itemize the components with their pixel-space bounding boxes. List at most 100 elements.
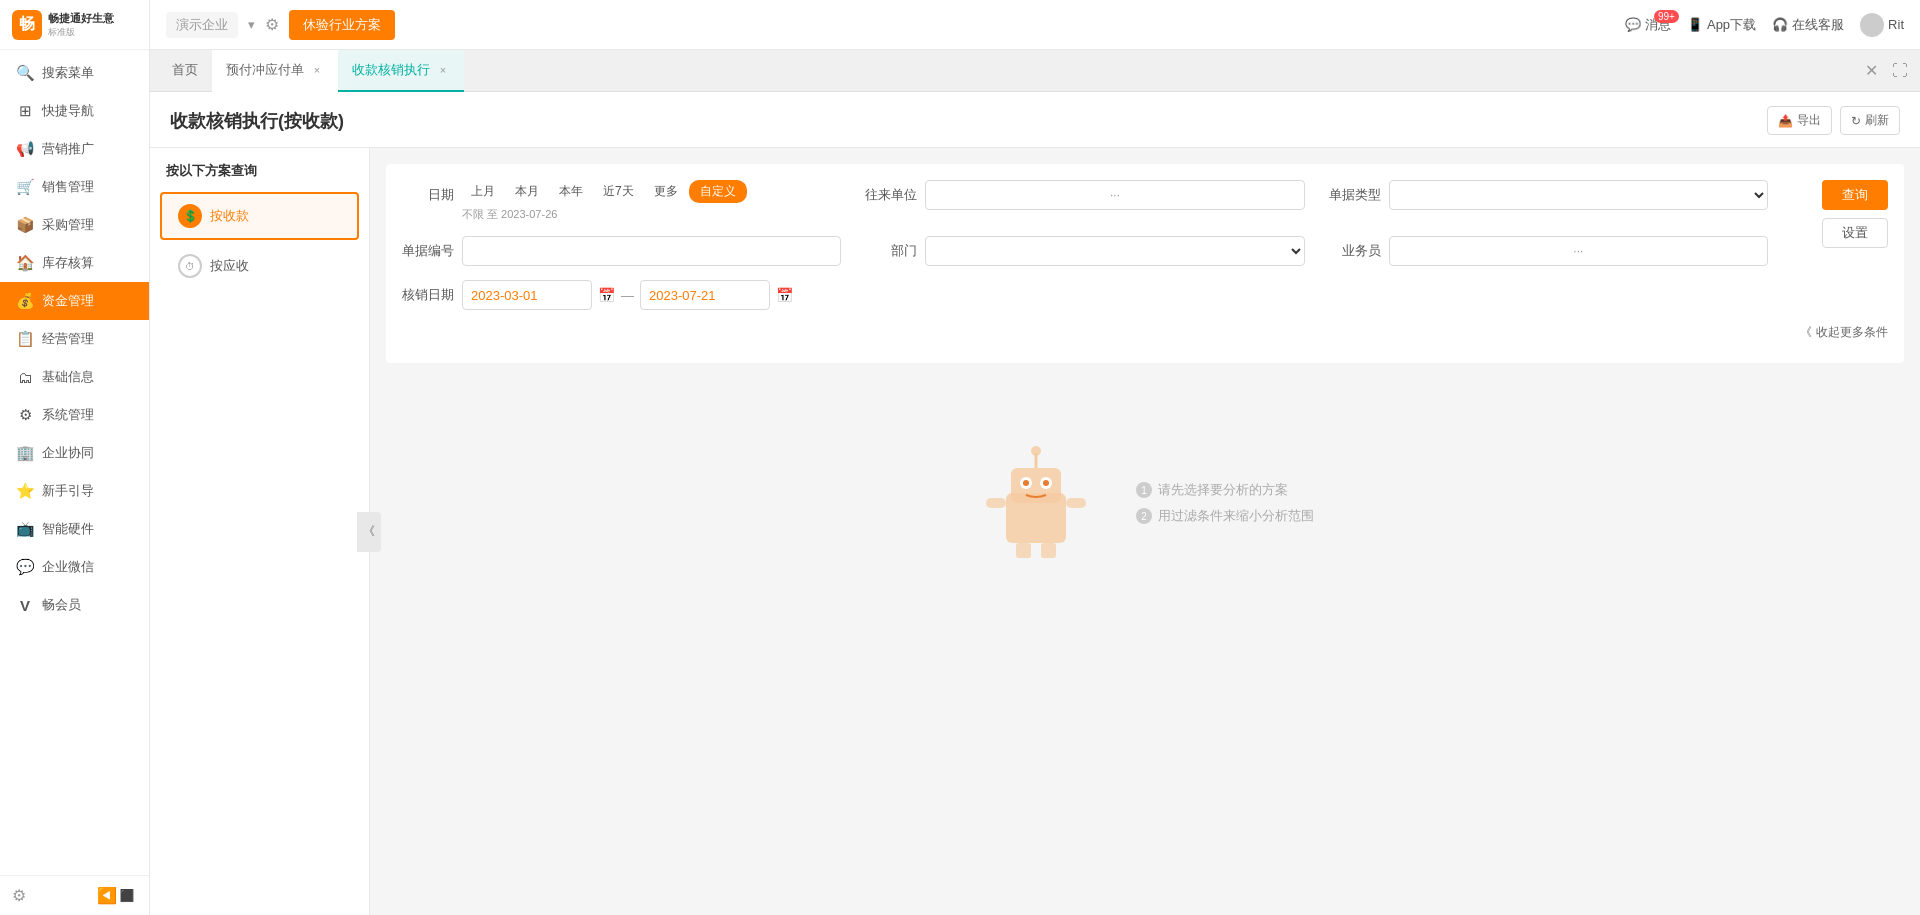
app-icon: 📱 xyxy=(1687,17,1703,32)
tab-prepay[interactable]: 预付冲应付单 × xyxy=(212,50,338,92)
sidebar-item-wechat[interactable]: 💬 企业微信 xyxy=(0,548,149,586)
sidebar-item-shortcut[interactable]: ⊞ 快捷导航 xyxy=(0,92,149,130)
filter-panel: 按以下方案查询 💲 按收款 ⏱ 按应收 《 xyxy=(150,148,370,915)
sidebar-item-search[interactable]: 🔍 搜索菜单 xyxy=(0,54,149,92)
tab-receipt-close[interactable]: × xyxy=(436,63,450,77)
hardware-icon: 📺 xyxy=(16,520,34,538)
verify-date-end[interactable] xyxy=(640,280,770,310)
svg-rect-8 xyxy=(1016,543,1031,558)
business-icon: 📋 xyxy=(16,330,34,348)
this-year-btn[interactable]: 本年 xyxy=(550,180,592,203)
sidebar-item-member[interactable]: V 畅会员 xyxy=(0,586,149,624)
custom-date-btn[interactable]: 自定义 xyxy=(689,180,747,203)
settings-form-btn[interactable]: 设置 xyxy=(1822,218,1888,248)
grid-icon: ⊞ xyxy=(16,102,34,120)
sidebar-nav: 🔍 搜索菜单 ⊞ 快捷导航 📢 营销推广 🛒 销售管理 📦 采购管理 🏠 库存核… xyxy=(0,50,149,875)
member-icon: V xyxy=(16,597,34,614)
dept-label: 部门 xyxy=(865,242,917,260)
sidebar-item-finance[interactable]: 💰 资金管理 xyxy=(0,282,149,320)
tab-receipt[interactable]: 收款核销执行 × xyxy=(338,50,464,92)
topbar-left: 演示企业 ▾ ⚙ 休验行业方案 xyxy=(166,10,395,40)
filter-panel-title: 按以下方案查询 xyxy=(150,162,369,190)
date-sublabel: 不限 至 2023-07-26 xyxy=(462,207,747,222)
app-download-btn[interactable]: 📱 App下载 xyxy=(1687,16,1756,34)
verify-date-start[interactable] xyxy=(462,280,592,310)
topbar-right: 💬 消息 99+ 📱 App下载 🎧 在线客服 Rit xyxy=(1625,13,1904,37)
filter-by-receipt[interactable]: 💲 按收款 xyxy=(160,192,359,240)
date-label: 日期 xyxy=(402,180,454,204)
sidebar-item-marketing[interactable]: 📢 营销推广 xyxy=(0,130,149,168)
page-body: 按以下方案查询 💲 按收款 ⏱ 按应收 《 xyxy=(150,148,1920,915)
empty-tip-2: 2 用过滤条件来缩小分析范围 xyxy=(1136,507,1314,525)
message-btn[interactable]: 💬 消息 99+ xyxy=(1625,16,1671,34)
inventory-icon: 🏠 xyxy=(16,254,34,272)
last-7-days-btn[interactable]: 近7天 xyxy=(594,180,643,203)
collapse-sidebar-btn[interactable]: ◀‍◼ xyxy=(97,886,137,905)
calendar-end-icon[interactable]: 📅 xyxy=(776,287,793,303)
industry-btn[interactable]: 休验行业方案 xyxy=(289,10,395,40)
dept-select[interactable] xyxy=(925,236,1304,266)
search-icon: 🔍 xyxy=(16,64,34,82)
verify-date-label: 核销日期 xyxy=(402,286,454,304)
page-title: 收款核销执行(按收款) xyxy=(170,109,344,145)
partner-select-btn[interactable]: ··· xyxy=(925,180,1304,210)
date-quick-row: 上月 本月 本年 近7天 更多 自定义 xyxy=(462,180,747,203)
basic-icon: 🗂 xyxy=(16,369,34,386)
sidebar-item-business[interactable]: 📋 经营管理 xyxy=(0,320,149,358)
sidebar-item-sales[interactable]: 🛒 销售管理 xyxy=(0,168,149,206)
sales-select-btn[interactable]: ··· xyxy=(1389,236,1768,266)
sidebar-item-corp[interactable]: 🏢 企业协同 xyxy=(0,434,149,472)
tab-fullscreen-icon[interactable]: ⛶ xyxy=(1888,58,1912,84)
company-selector[interactable]: 演示企业 xyxy=(166,12,238,38)
collapse-icon: 《 xyxy=(1800,324,1812,341)
this-month-btn[interactable]: 本月 xyxy=(506,180,548,203)
topbar: 演示企业 ▾ ⚙ 休验行业方案 💬 消息 99+ 📱 App下载 🎧 在线客服 … xyxy=(150,0,1920,50)
system-icon: ⚙ xyxy=(16,406,34,424)
query-btn[interactable]: 查询 xyxy=(1822,180,1888,210)
export-icon: 📤 xyxy=(1778,114,1793,128)
sales-label: 业务员 xyxy=(1329,242,1381,260)
doc-type-select[interactable] xyxy=(1389,180,1768,210)
logo-icon: 畅 xyxy=(12,10,42,40)
svg-rect-6 xyxy=(986,498,1006,508)
online-service-btn[interactable]: 🎧 在线客服 xyxy=(1772,16,1844,34)
tab-home[interactable]: 首页 xyxy=(158,50,212,92)
search-section: 日期 上月 本月 本年 近7天 更多 自定义 不限 至 xyxy=(386,164,1904,363)
sidebar-item-basic[interactable]: 🗂 基础信息 xyxy=(0,358,149,396)
partner-label: 往来单位 xyxy=(865,186,917,204)
cart-icon: 🛒 xyxy=(16,178,34,196)
gear-settings-icon[interactable]: ⚙ xyxy=(265,15,279,34)
last-month-btn[interactable]: 上月 xyxy=(462,180,504,203)
filter-collapse-btn[interactable]: 《 xyxy=(357,512,381,552)
sidebar-item-inventory[interactable]: 🏠 库存核算 xyxy=(0,244,149,282)
refresh-icon: ↻ xyxy=(1851,114,1861,128)
sidebar-item-system[interactable]: ⚙ 系统管理 xyxy=(0,396,149,434)
tabbar: 首页 预付冲应付单 × 收款核销执行 × ✕ ⛶ xyxy=(150,50,1920,92)
doc-no-label: 单据编号 xyxy=(402,242,454,260)
sidebar-item-purchase[interactable]: 📦 采购管理 xyxy=(0,206,149,244)
company-dropdown-icon[interactable]: ▾ xyxy=(248,17,255,32)
empty-tips: 1 请先选择要分析的方案 2 用过滤条件来缩小分析范围 xyxy=(1136,481,1314,525)
logo-text: 畅捷通好生意 标准版 xyxy=(48,11,114,39)
tab-prepay-close[interactable]: × xyxy=(310,63,324,77)
export-btn[interactable]: 📤 导出 xyxy=(1767,106,1832,135)
content: 收款核销执行(按收款) 📤 导出 ↻ 刷新 按以下方案查询 xyxy=(150,92,1920,915)
receivable-option-icon: ⏱ xyxy=(178,254,202,278)
svg-point-5 xyxy=(1043,480,1049,486)
tab-close-all-icon[interactable]: ✕ xyxy=(1861,57,1882,84)
doc-no-input[interactable] xyxy=(462,236,841,266)
user-info[interactable]: Rit xyxy=(1860,13,1904,37)
empty-illustration xyxy=(976,443,1096,563)
filter-by-receivable[interactable]: ⏱ 按应收 xyxy=(160,242,359,290)
sidebar-item-guide[interactable]: ⭐ 新手引导 xyxy=(0,472,149,510)
user-avatar xyxy=(1860,13,1884,37)
settings-icon[interactable]: ⚙ xyxy=(12,886,26,905)
more-date-btn[interactable]: 更多 xyxy=(645,180,687,203)
sidebar-footer: ⚙ ◀‍◼ xyxy=(0,875,149,915)
inline-actions: 查询 设置 xyxy=(1822,180,1888,248)
refresh-btn[interactable]: ↻ 刷新 xyxy=(1840,106,1900,135)
collapse-conditions-btn[interactable]: 《 收起更多条件 xyxy=(1800,320,1888,351)
svg-rect-7 xyxy=(1066,498,1086,508)
calendar-start-icon[interactable]: 📅 xyxy=(598,287,615,303)
sidebar-item-hardware[interactable]: 📺 智能硬件 xyxy=(0,510,149,548)
